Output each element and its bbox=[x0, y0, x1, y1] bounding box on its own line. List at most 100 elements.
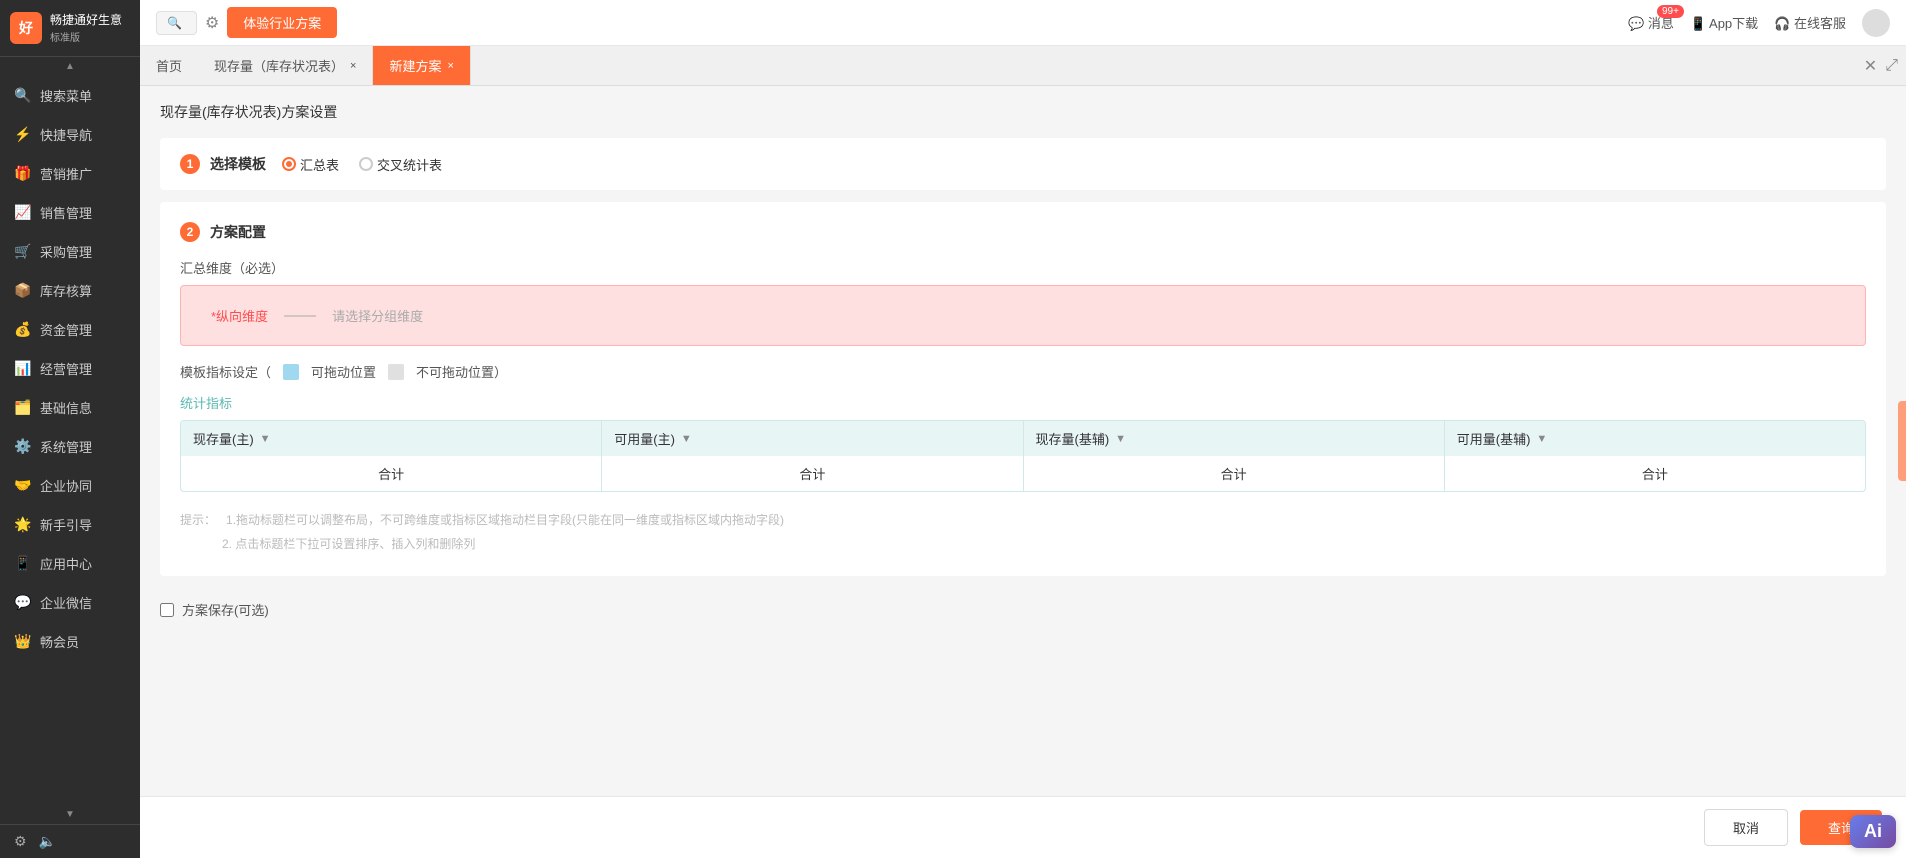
radio-cross-table[interactable]: 交叉统计表 bbox=[359, 155, 442, 174]
page-title: 现存量(库存状况表)方案设置 bbox=[160, 102, 1886, 122]
messages-icon: 💬 bbox=[1628, 16, 1644, 31]
sidebar-item-label: 营销推广 bbox=[40, 164, 92, 183]
search-icon: 🔍 bbox=[167, 16, 182, 30]
user-avatar[interactable] bbox=[1862, 9, 1890, 37]
sidebar-item-newbie[interactable]: 🌟 新手引导 bbox=[0, 505, 140, 544]
sidebar-item-label: 应用中心 bbox=[40, 554, 92, 573]
tab-inventory-status[interactable]: 现存量（库存状况表） × bbox=[198, 46, 373, 85]
sidebar-item-appstore[interactable]: 📱 应用中心 bbox=[0, 544, 140, 583]
sidebar-item-marketing[interactable]: 🎁 营销推广 bbox=[0, 154, 140, 193]
sidebar-logo: 好 畅捷通好生意 标准版 bbox=[0, 0, 140, 57]
sidebar-scroll-down[interactable]: ▼ bbox=[0, 805, 140, 824]
online-service-btn[interactable]: 🎧 在线客服 bbox=[1774, 13, 1846, 32]
search-menu-icon: 🔍 bbox=[14, 87, 32, 104]
sidebar-item-collab[interactable]: 🤝 企业协同 bbox=[0, 466, 140, 505]
cancel-button[interactable]: 取消 bbox=[1704, 809, 1788, 846]
sidebar: 好 畅捷通好生意 标准版 ▲ 🔍 搜索菜单 ⚡ 快捷导航 🎁 营销推广 📈 销售… bbox=[0, 0, 140, 858]
collab-icon: 🤝 bbox=[14, 477, 32, 494]
right-scroll-indicator[interactable] bbox=[1898, 401, 1906, 481]
indicator-movable-label: 可拖动位置 bbox=[311, 362, 376, 381]
col-chevron-2[interactable]: ▼ bbox=[1115, 433, 1126, 445]
indicator-unmovable-box bbox=[388, 364, 404, 380]
sidebar-item-label: 资金管理 bbox=[40, 320, 92, 339]
sidebar-item-finance[interactable]: 💰 资金管理 bbox=[0, 310, 140, 349]
ai-badge[interactable]: Ai bbox=[1850, 815, 1896, 848]
sidebar-item-sales[interactable]: 📈 销售管理 bbox=[0, 193, 140, 232]
indicator-row: 模板指标设定（ 可拖动位置 不可拖动位置） bbox=[180, 362, 1866, 381]
sidebar-scroll-up[interactable]: ▲ bbox=[0, 57, 140, 76]
tips-section: 提示： 1.拖动标题栏可以调整布局，不可跨维度或指标区域拖动栏目字段(只能在同一… bbox=[180, 508, 1866, 556]
settings-icon[interactable]: ⚙ bbox=[14, 833, 27, 850]
sidebar-item-search[interactable]: 🔍 搜索菜单 bbox=[0, 76, 140, 115]
tab-label: 新建方案 bbox=[389, 56, 441, 75]
shortcut-icon: ⚡ bbox=[14, 126, 32, 143]
basic-info-icon: 🗂️ bbox=[14, 399, 32, 416]
purchase-icon: 🛒 bbox=[14, 243, 32, 260]
sidebar-item-label: 采购管理 bbox=[40, 242, 92, 261]
sidebar-item-label: 企业微信 bbox=[40, 593, 92, 612]
sidebar-item-shortcut[interactable]: ⚡ 快捷导航 bbox=[0, 115, 140, 154]
radio-summary-table[interactable]: 汇总表 bbox=[282, 155, 339, 174]
dim-box[interactable]: *纵向维度 —— 请选择分组维度 bbox=[180, 285, 1866, 346]
stats-col-2: 现存量(基辅) ▼ bbox=[1024, 421, 1445, 456]
sidebar-item-label: 经营管理 bbox=[40, 359, 92, 378]
sidebar-item-member[interactable]: 👑 畅会员 bbox=[0, 622, 140, 661]
marketing-icon: 🎁 bbox=[14, 165, 32, 182]
section-title-2: 方案配置 bbox=[210, 222, 266, 242]
template-radio-group: 汇总表 交叉统计表 bbox=[282, 155, 442, 174]
messages-badge[interactable]: 💬 消息 99+ bbox=[1628, 13, 1674, 32]
save-checkbox[interactable] bbox=[160, 603, 174, 617]
tab-new-scheme[interactable]: 新建方案 × bbox=[373, 46, 470, 85]
gear-icon[interactable]: ⚙ bbox=[205, 13, 219, 33]
tabs-bar: 首页 现存量（库存状况表） × 新建方案 × ✕ ⤢ bbox=[140, 46, 1906, 86]
sidebar-item-label: 新手引导 bbox=[40, 515, 92, 534]
content-area: 现存量(库存状况表)方案设置 1 选择模板 汇总表 交叉统计表 bbox=[140, 86, 1906, 796]
dim-placeholder: 请选择分组维度 bbox=[332, 306, 423, 325]
col-chevron-0[interactable]: ▼ bbox=[260, 433, 271, 445]
sales-icon: 📈 bbox=[14, 204, 32, 221]
messages-label: 消息 bbox=[1648, 16, 1674, 31]
tab-close-active-icon[interactable]: × bbox=[447, 60, 453, 72]
newbie-icon: 🌟 bbox=[14, 516, 32, 533]
sidebar-item-basic-info[interactable]: 🗂️ 基础信息 bbox=[0, 388, 140, 427]
stats-table-body: 合计 合计 合计 合计 bbox=[181, 456, 1865, 491]
sidebar-item-management[interactable]: 📊 经营管理 bbox=[0, 349, 140, 388]
dim-required-label: *纵向维度 bbox=[211, 306, 268, 325]
indicator-label: 模板指标设定（ bbox=[180, 362, 271, 381]
stats-section-title: 统计指标 bbox=[180, 393, 1866, 412]
sidebar-item-label: 企业协同 bbox=[40, 476, 92, 495]
sidebar-item-label: 基础信息 bbox=[40, 398, 92, 417]
save-row: 方案保存(可选) bbox=[160, 588, 1886, 631]
stats-col-label-1: 可用量(主) bbox=[614, 429, 675, 448]
inventory-icon: 📦 bbox=[14, 282, 32, 299]
col-chevron-1[interactable]: ▼ bbox=[681, 433, 692, 445]
sidebar-nav: 🔍 搜索菜单 ⚡ 快捷导航 🎁 营销推广 📈 销售管理 🛒 采购管理 📦 库存核… bbox=[0, 76, 140, 805]
stats-body-col-0: 合计 bbox=[181, 456, 602, 491]
radio-dot-cross bbox=[359, 157, 373, 171]
tips-title: 提示： 1.拖动标题栏可以调整布局，不可跨维度或指标区域拖动栏目字段(只能在同一… bbox=[180, 508, 1866, 532]
stats-col-label-2: 现存量(基辅) bbox=[1036, 429, 1110, 448]
col-chevron-3[interactable]: ▼ bbox=[1536, 433, 1547, 445]
radio-label-summary: 汇总表 bbox=[300, 155, 339, 174]
sidebar-item-system[interactable]: ⚙️ 系统管理 bbox=[0, 427, 140, 466]
appstore-icon: 📱 bbox=[14, 555, 32, 572]
section-title-1: 选择模板 bbox=[210, 154, 266, 174]
volume-icon[interactable]: 🔈 bbox=[39, 833, 56, 850]
app-name: 畅捷通好生意 bbox=[50, 12, 122, 29]
sidebar-item-purchase[interactable]: 🛒 采购管理 bbox=[0, 232, 140, 271]
expand-icon[interactable]: ⤢ bbox=[1885, 57, 1898, 75]
topbar-search[interactable]: 🔍 bbox=[156, 11, 197, 35]
close-window-icon[interactable]: ✕ bbox=[1864, 56, 1877, 76]
sidebar-item-wechat[interactable]: 💬 企业微信 bbox=[0, 583, 140, 622]
tab-close-icon[interactable]: × bbox=[350, 60, 356, 72]
sidebar-bottom: ⚙ 🔈 bbox=[0, 824, 140, 858]
industry-solution-button[interactable]: 体验行业方案 bbox=[227, 7, 337, 38]
action-bar: 取消 查询 bbox=[140, 796, 1906, 858]
stats-col-0: 现存量(主) ▼ bbox=[181, 421, 602, 456]
app-download-btn[interactable]: 📱 App下载 bbox=[1690, 13, 1758, 32]
sidebar-item-inventory[interactable]: 📦 库存核算 bbox=[0, 271, 140, 310]
dim-label: 汇总维度（必选） bbox=[180, 258, 1866, 277]
stats-col-1: 可用量(主) ▼ bbox=[602, 421, 1023, 456]
tab-home[interactable]: 首页 bbox=[140, 46, 198, 85]
stats-table: 现存量(主) ▼ 可用量(主) ▼ 现存量(基辅) ▼ 可用量(基辅) bbox=[180, 420, 1866, 492]
